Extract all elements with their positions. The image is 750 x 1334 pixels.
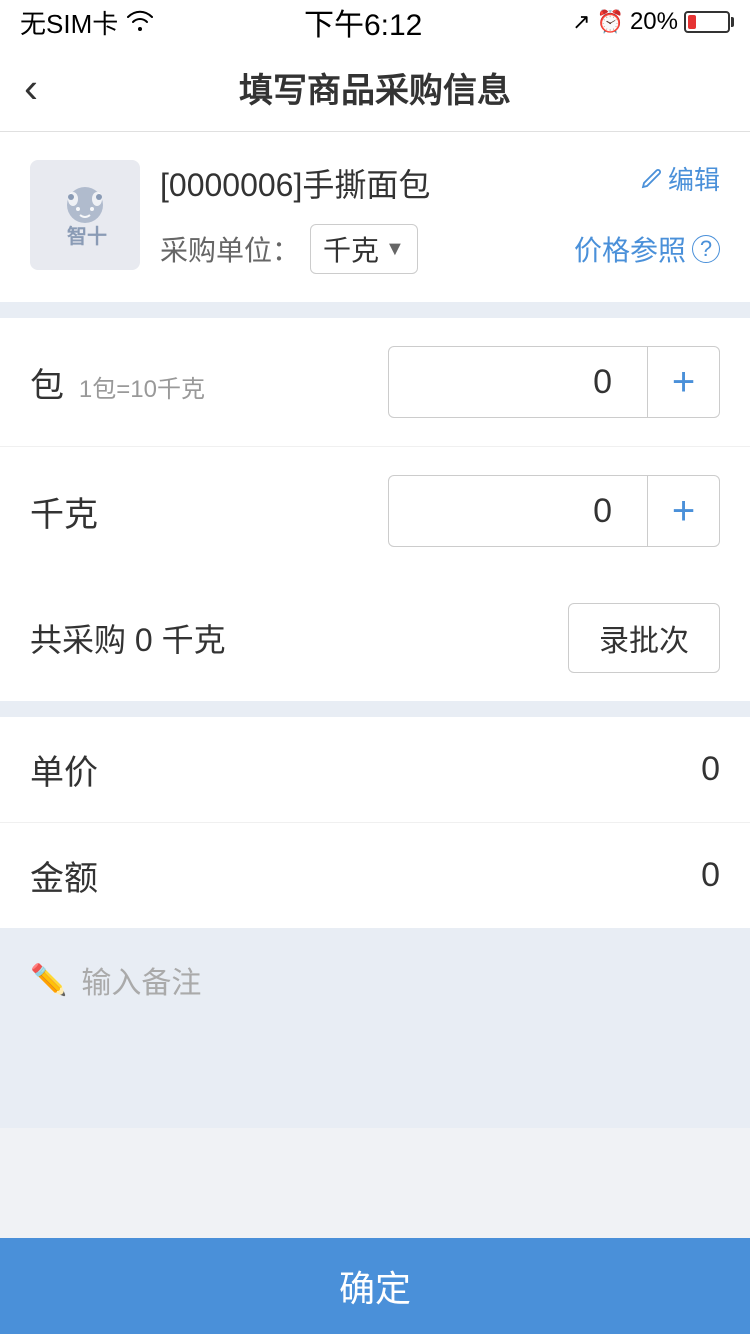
batch-button[interactable]: 录批次 <box>568 603 720 673</box>
back-arrow-icon: ‹ <box>24 64 38 112</box>
unit-price-value: 0 <box>701 750 720 789</box>
edit-button[interactable]: 编辑 <box>640 160 720 197</box>
input-section: 包 1包=10千克 + 千克 + <box>0 318 750 575</box>
remark-placeholder: 输入备注 <box>81 958 201 1002</box>
amount-value: 0 <box>701 856 720 895</box>
wifi-icon <box>126 7 154 38</box>
divider-2 <box>0 701 750 717</box>
unit-dropdown-icon: ▼ <box>385 238 405 261</box>
status-left: 无SIM卡 <box>20 4 154 41</box>
battery-percent: 20% <box>630 8 678 36</box>
summary-text: 共采购 0 千克 <box>30 615 226 661</box>
remark-section[interactable]: ✏️ 输入备注 <box>0 928 750 1128</box>
product-info: [0000006]手撕面包 编辑 采购单位： 千克 ▼ 价格参照 ? <box>160 160 720 274</box>
pencil-icon: ✏️ <box>30 963 67 998</box>
bag-label: 包 <box>30 367 64 405</box>
price-ref-label: 价格参照 <box>574 229 686 269</box>
kg-input-row: 千克 + <box>0 447 750 575</box>
product-card: 智十 [0000006]手撕面包 编辑 采购单位： 千克 ▼ 价格参照 <box>0 132 750 302</box>
price-ref-help-icon: ? <box>692 235 720 263</box>
kg-input-right: + <box>388 475 720 547</box>
bag-plus-button[interactable]: + <box>648 346 720 418</box>
battery-icon <box>684 11 730 33</box>
product-name: [0000006]手撕面包 <box>160 160 430 206</box>
divider-1 <box>0 302 750 318</box>
bag-input-right: + <box>388 346 720 418</box>
amount-label: 金额 <box>30 851 98 900</box>
location-icon: ↗ <box>572 9 590 35</box>
unit-price-label: 单价 <box>30 745 98 794</box>
kg-label: 千克 <box>30 487 98 536</box>
summary-row: 共采购 0 千克 录批次 <box>0 575 750 701</box>
bottom-spacer <box>0 1128 750 1224</box>
bag-input-row: 包 1包=10千克 + <box>0 318 750 447</box>
confirm-button[interactable]: 确定 <box>0 1238 750 1334</box>
edit-label: 编辑 <box>668 160 720 197</box>
status-right: ↗ ⏰ 20% <box>572 8 730 36</box>
status-time: 下午6:12 <box>304 0 422 44</box>
carrier-label: 无SIM卡 <box>20 4 118 41</box>
unit-value: 千克 <box>323 229 379 269</box>
unit-select[interactable]: 千克 ▼ <box>310 224 418 274</box>
back-button[interactable]: ‹ <box>24 64 38 112</box>
alarm-icon: ⏰ <box>597 9 624 35</box>
status-bar: 无SIM卡 下午6:12 ↗ ⏰ 20% <box>0 0 750 44</box>
bag-label-group: 包 1包=10千克 <box>30 358 205 407</box>
kg-plus-button[interactable]: + <box>648 475 720 547</box>
unit-price-row: 单价 0 <box>0 717 750 823</box>
svg-text:智十: 智十 <box>67 224 107 248</box>
nav-bar: ‹ 填写商品采购信息 <box>0 44 750 132</box>
page-title: 填写商品采购信息 <box>239 63 511 112</box>
price-ref-button[interactable]: 价格参照 ? <box>574 229 720 269</box>
purchase-unit-label: 采购单位： <box>160 229 300 269</box>
amount-row: 金额 0 <box>0 823 750 928</box>
bag-input[interactable] <box>388 346 648 418</box>
product-image: 智十 <box>30 160 140 270</box>
kg-input[interactable] <box>388 475 648 547</box>
info-section: 单价 0 金额 0 <box>0 717 750 928</box>
bag-sub-label: 1包=10千克 <box>79 376 205 403</box>
